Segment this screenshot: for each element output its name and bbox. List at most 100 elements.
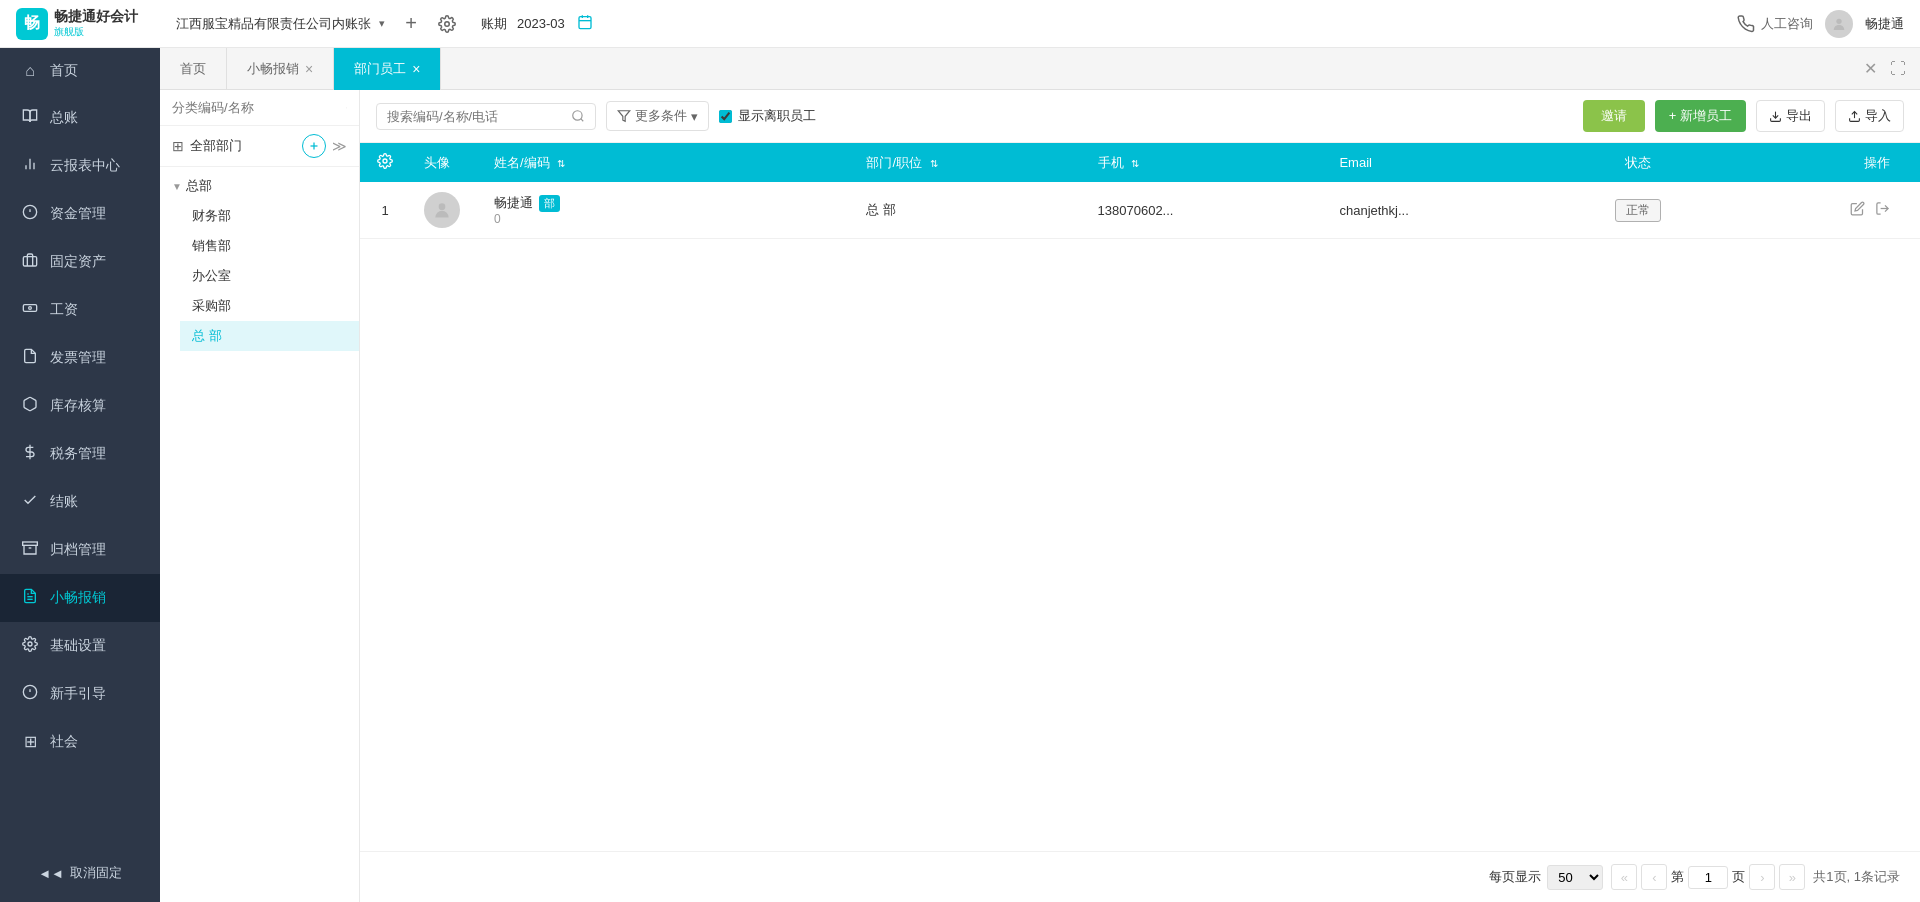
first-page-button[interactable]: «	[1611, 864, 1637, 890]
sidebar-item-xiaochangbaoxiao[interactable]: 小畅报销	[0, 574, 160, 622]
dept-grid-icon: ⊞	[172, 138, 184, 154]
show-left-label[interactable]: 显示离职员工	[738, 107, 816, 125]
sidebar-item-invoice[interactable]: 发票管理	[0, 334, 160, 382]
next-page-button[interactable]: ›	[1749, 864, 1775, 890]
dept-collapse-button[interactable]: ≫	[332, 138, 347, 154]
service-button[interactable]: 人工咨询	[1737, 15, 1813, 33]
tab-home[interactable]: 首页	[160, 48, 227, 90]
sidebar-item-archive[interactable]: 归档管理	[0, 526, 160, 574]
dept-node-caiwubu[interactable]: 财务部	[180, 201, 359, 231]
dept-node-bangongshi[interactable]: 办公室	[180, 261, 359, 291]
settlement-icon	[20, 492, 40, 512]
settings-button[interactable]	[433, 10, 461, 38]
row-status-cell: 正常	[1552, 182, 1724, 239]
tab-bumen-yuangong-label: 部门员工	[354, 60, 406, 78]
employee-table: 头像 姓名/编码 ⇅ 部门/职位 ⇅	[360, 143, 1920, 239]
filter-button[interactable]: 更多条件 ▾	[606, 101, 709, 131]
tab-xiaochangbaoxiao[interactable]: 小畅报销 ×	[227, 48, 334, 90]
tab-bumen-yuangong-close[interactable]: ×	[412, 62, 420, 76]
dept-tree: ▼ 总部 财务部 销售部 办公室	[160, 167, 359, 902]
archive-icon	[20, 540, 40, 560]
sidebar-item-settlement[interactable]: 结账	[0, 478, 160, 526]
per-page-select[interactable]: 50 10 20 100	[1547, 865, 1603, 890]
page-size-area: 每页显示 50 10 20 100	[1489, 865, 1603, 890]
col-dept-header[interactable]: 部门/职位 ⇅	[852, 143, 1083, 182]
expand-window-button[interactable]: ⛶	[1888, 59, 1908, 79]
emp-search-icon	[571, 109, 585, 123]
add-employee-button[interactable]: + 新增员工	[1655, 100, 1746, 132]
logout-button[interactable]	[1875, 201, 1890, 219]
dept-node-xiaoshoubu[interactable]: 销售部	[180, 231, 359, 261]
emp-main: 更多条件 ▾ 显示离职员工 邀请 + 新增员工 导出	[360, 90, 1920, 902]
dropdown-arrow-icon: ▾	[379, 17, 385, 30]
dept-add-button[interactable]	[302, 134, 326, 158]
sidebar: ⌂ 首页 总账 云报表中心 资金管理 固定资产	[0, 48, 160, 902]
content-area: 首页 小畅报销 × 部门员工 × ✕ ⛶	[160, 48, 1920, 902]
emp-table: 头像 姓名/编码 ⇅ 部门/职位 ⇅	[360, 143, 1920, 851]
dept-node-zongbu-leaf[interactable]: 总 部	[180, 321, 359, 351]
filter-label: 更多条件	[635, 107, 687, 125]
svg-marker-29	[618, 111, 630, 122]
dept-node-caigoubu[interactable]: 采购部	[180, 291, 359, 321]
svg-point-13	[29, 307, 32, 310]
emp-dept: 总 部	[866, 202, 896, 217]
dept-caigoubu-label: 采购部	[192, 297, 231, 315]
page-number-input[interactable]	[1688, 866, 1728, 889]
toolbar-right: 邀请 + 新增员工 导出 导入	[1583, 100, 1904, 132]
sidebar-item-payroll[interactable]: 工资	[0, 286, 160, 334]
user-avatar	[1825, 10, 1853, 38]
home-icon: ⌂	[20, 62, 40, 80]
export-label: 导出	[1786, 107, 1812, 125]
col-phone-header[interactable]: 手机 ⇅	[1084, 143, 1326, 182]
page-input-area: 第 页	[1671, 866, 1745, 889]
export-button[interactable]: 导出	[1756, 100, 1825, 132]
page-prefix: 第	[1671, 868, 1684, 886]
logo-icon: 畅	[16, 8, 48, 40]
svg-point-5	[1836, 18, 1841, 23]
import-button[interactable]: 导入	[1835, 100, 1904, 132]
tab-bar: 首页 小畅报销 × 部门员工 × ✕ ⛶	[160, 48, 1920, 90]
close-window-button[interactable]: ✕	[1860, 59, 1880, 79]
col-name-header[interactable]: 姓名/编码 ⇅	[480, 143, 852, 182]
service-label: 人工咨询	[1761, 15, 1813, 33]
sidebar-label-newbie-guide: 新手引导	[50, 685, 106, 703]
inventory-icon	[20, 396, 40, 416]
sidebar-item-more[interactable]: ⊞ 社会	[0, 718, 160, 765]
dept-search-input[interactable]	[172, 100, 340, 115]
emp-toolbar: 更多条件 ▾ 显示离职员工 邀请 + 新增员工 导出	[360, 90, 1920, 143]
dept-caiwubu-label: 财务部	[192, 207, 231, 225]
add-tab-button[interactable]: +	[397, 10, 425, 38]
cancel-fixed-button[interactable]: ◄◄ 取消固定	[0, 854, 160, 892]
sidebar-item-reports[interactable]: 云报表中心	[0, 142, 160, 190]
sidebar-item-tax[interactable]: 税务管理	[0, 430, 160, 478]
col-settings[interactable]	[360, 143, 410, 182]
invite-button[interactable]: 邀请	[1583, 100, 1645, 132]
expand-icon: ▼	[172, 181, 182, 192]
tab-xiaochangbaoxiao-close[interactable]: ×	[305, 62, 313, 76]
export-icon	[1769, 110, 1782, 123]
table-row: 1 畅捷通 部	[360, 182, 1920, 239]
sidebar-item-basic-settings[interactable]: 基础设置	[0, 622, 160, 670]
sidebar-item-general-ledger[interactable]: 总账	[0, 94, 160, 142]
dept-node-zongbu-parent[interactable]: ▼ 总部	[160, 171, 359, 201]
sidebar-item-fixed-assets[interactable]: 固定资产	[0, 238, 160, 286]
dept-badge: 部	[539, 195, 560, 212]
sidebar-item-inventory[interactable]: 库存核算	[0, 382, 160, 430]
sidebar-item-funds[interactable]: 资金管理	[0, 190, 160, 238]
prev-page-button[interactable]: ‹	[1641, 864, 1667, 890]
row-name-cell: 畅捷通 部 0	[480, 182, 852, 239]
sidebar-label-xiaochangbaoxiao: 小畅报销	[50, 589, 106, 607]
company-selector[interactable]: 江西服宝精品有限责任公司内账张 ▾	[176, 15, 385, 33]
sidebar-label-more: 社会	[50, 733, 78, 751]
emp-search-input[interactable]	[387, 109, 565, 124]
last-page-button[interactable]: »	[1779, 864, 1805, 890]
calendar-icon[interactable]	[577, 14, 593, 33]
show-left-checkbox[interactable]	[719, 110, 732, 123]
sidebar-item-newbie-guide[interactable]: 新手引导	[0, 670, 160, 718]
svg-rect-15	[23, 542, 38, 545]
tab-xiaochangbaoxiao-label: 小畅报销	[247, 60, 299, 78]
tab-bumen-yuangong[interactable]: 部门员工 ×	[334, 48, 441, 90]
sidebar-label-inventory: 库存核算	[50, 397, 106, 415]
edit-button[interactable]	[1850, 201, 1865, 219]
sidebar-item-home[interactable]: ⌂ 首页	[0, 48, 160, 94]
